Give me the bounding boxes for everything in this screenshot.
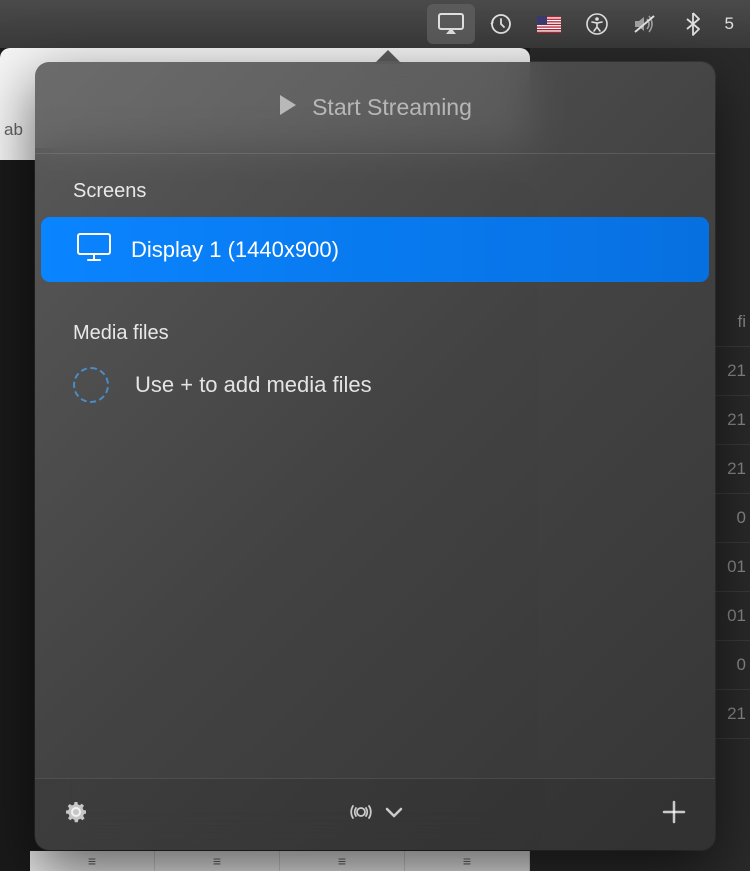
language-flag-icon[interactable] [525, 0, 573, 48]
accessibility-menubar-icon[interactable] [573, 0, 621, 48]
media-hint-label: Use + to add media files [135, 372, 372, 398]
airplay-target-button[interactable] [347, 798, 375, 831]
display-item-label: Display 1 (1440x900) [131, 237, 339, 263]
settings-button[interactable] [63, 799, 89, 830]
screens-section-label: Screens [35, 174, 715, 217]
play-icon [278, 94, 298, 121]
menubar: 5 [0, 0, 750, 48]
chevron-down-icon[interactable] [385, 806, 403, 824]
add-media-button[interactable] [661, 799, 687, 830]
display-item-1[interactable]: Display 1 (1440x900) [41, 217, 709, 282]
start-streaming-label: Start Streaming [312, 94, 472, 121]
streaming-popover: Start Streaming Screens Display 1 (1440x… [35, 62, 715, 850]
media-files-section-label: Media files [35, 316, 715, 359]
volume-muted-menubar-icon[interactable] [621, 0, 669, 48]
start-streaming-button[interactable]: Start Streaming [35, 62, 715, 154]
popover-body: Screens Display 1 (1440x900) Media files… [35, 154, 715, 778]
bottom-toolbar-fragment: ≡ ≡ ≡ ≡ [30, 851, 530, 871]
timemachine-menubar-icon[interactable] [477, 0, 525, 48]
dashed-circle-icon [73, 367, 109, 403]
bluetooth-menubar-icon[interactable] [669, 0, 717, 48]
media-files-hint: Use + to add media files [35, 359, 715, 411]
popover-footer [35, 778, 715, 850]
background-label-fragment: ab [0, 100, 35, 160]
airplay-menubar-icon[interactable] [427, 4, 475, 44]
menubar-clock-fragment[interactable]: 5 [717, 14, 742, 34]
monitor-icon [77, 232, 111, 267]
